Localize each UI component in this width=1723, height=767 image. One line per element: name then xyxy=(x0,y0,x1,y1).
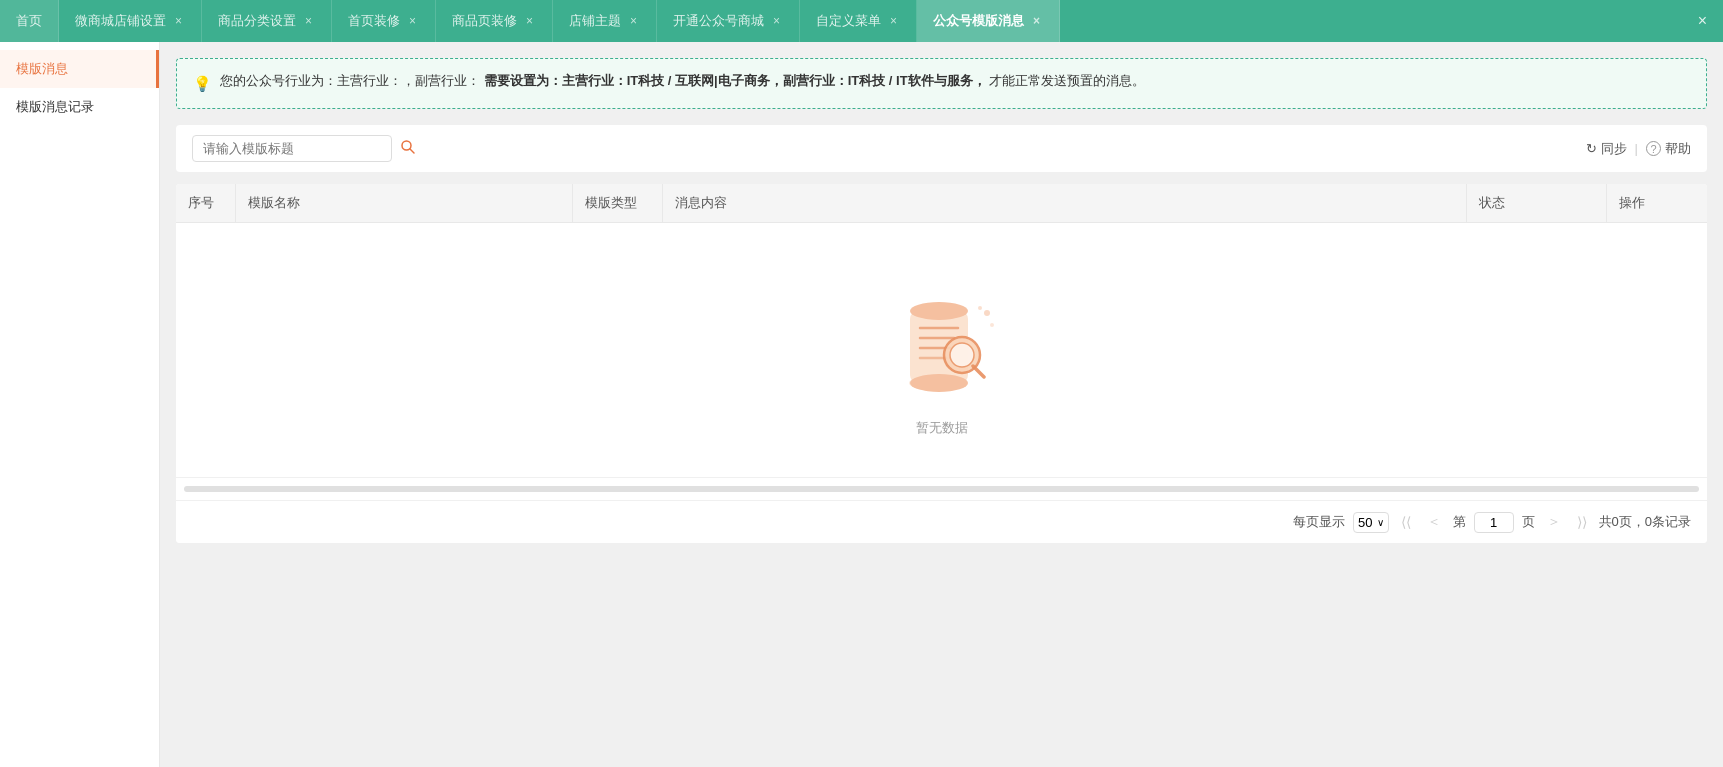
sidebar: 模版消息 模版消息记录 xyxy=(0,42,160,767)
search-right: ↻ 同步 | ? 帮助 xyxy=(1586,140,1691,158)
search-input[interactable] xyxy=(192,135,392,162)
tab-open-mall-close[interactable]: × xyxy=(770,13,783,29)
help-icon: ? xyxy=(1646,141,1661,156)
total-info: 共0页，0条记录 xyxy=(1599,513,1691,531)
tab-product-decoration-label: 商品页装修 xyxy=(452,12,517,30)
sync-icon: ↻ xyxy=(1586,141,1597,156)
th-status: 状态 xyxy=(1467,184,1607,222)
content-area: 💡 您的公众号行业为：主营行业：，副营行业： 需要设置为：主营行业：IT科技 /… xyxy=(160,42,1723,767)
page-number-input[interactable] xyxy=(1474,512,1514,533)
help-label: 帮助 xyxy=(1665,140,1691,158)
tab-home-decoration-label: 首页装修 xyxy=(348,12,400,30)
main-layout: 模版消息 模版消息记录 💡 您的公众号行业为：主营行业：，副营行业： 需要设置为… xyxy=(0,42,1723,767)
svg-point-11 xyxy=(950,343,974,367)
tab-category-settings-close[interactable]: × xyxy=(302,13,315,29)
empty-illustration xyxy=(882,283,1002,403)
tab-home[interactable]: 首页 xyxy=(0,0,59,42)
tab-store-theme-label: 店铺主题 xyxy=(569,12,621,30)
tab-store-theme-close[interactable]: × xyxy=(627,13,640,29)
scrollbar-area xyxy=(176,477,1707,500)
th-name: 模版名称 xyxy=(236,184,573,222)
search-bar: ↻ 同步 | ? 帮助 xyxy=(176,125,1707,172)
tab-open-mall[interactable]: 开通公众号商城 × xyxy=(657,0,800,42)
tab-custom-menu-close[interactable]: × xyxy=(887,13,900,29)
divider: | xyxy=(1635,141,1638,156)
empty-state: 暂无数据 xyxy=(176,223,1707,477)
per-page-value: 50 xyxy=(1358,515,1372,530)
sidebar-item-template-msg-label: 模版消息 xyxy=(16,61,68,76)
horizontal-scrollbar[interactable] xyxy=(184,486,1699,492)
tab-custom-menu[interactable]: 自定义菜单 × xyxy=(800,0,917,42)
th-seq: 序号 xyxy=(176,184,236,222)
sync-button[interactable]: ↻ 同步 xyxy=(1586,140,1627,158)
th-action: 操作 xyxy=(1607,184,1707,222)
svg-point-13 xyxy=(984,310,990,316)
pagination: 每页显示 50 ∨ ⟨⟨ ＜ 第 页 ＞ ⟩⟩ 共0页，0条记录 xyxy=(176,500,1707,543)
notice-icon: 💡 xyxy=(193,72,212,96)
tab-category-settings[interactable]: 商品分类设置 × xyxy=(202,0,332,42)
page-next-button[interactable]: ＞ xyxy=(1543,511,1565,533)
sidebar-item-template-msg-record-label: 模版消息记录 xyxy=(16,99,94,114)
page-label: 第 xyxy=(1453,513,1466,531)
svg-point-15 xyxy=(978,306,982,310)
search-icon xyxy=(400,139,416,155)
svg-point-14 xyxy=(990,323,994,327)
per-page-chevron-icon: ∨ xyxy=(1377,517,1384,528)
page-last-button[interactable]: ⟩⟩ xyxy=(1573,512,1591,532)
tab-shop-settings-label: 微商城店铺设置 xyxy=(75,12,166,30)
th-type: 模版类型 xyxy=(573,184,663,222)
sidebar-item-template-msg-record[interactable]: 模版消息记录 xyxy=(0,88,159,126)
tab-template-msg[interactable]: 公众号模版消息 × xyxy=(917,0,1060,42)
tab-category-settings-label: 商品分类设置 xyxy=(218,12,296,30)
tab-product-decoration[interactable]: 商品页装修 × xyxy=(436,0,553,42)
search-button[interactable] xyxy=(400,139,416,158)
notice-suffix: 才能正常发送预置的消息。 xyxy=(989,73,1145,88)
tab-custom-menu-label: 自定义菜单 xyxy=(816,12,881,30)
empty-text: 暂无数据 xyxy=(916,419,968,437)
tab-store-theme[interactable]: 店铺主题 × xyxy=(553,0,657,42)
page-unit: 页 xyxy=(1522,513,1535,531)
tab-home-decoration[interactable]: 首页装修 × xyxy=(332,0,436,42)
help-button[interactable]: ? 帮助 xyxy=(1646,140,1691,158)
sync-label: 同步 xyxy=(1601,140,1627,158)
svg-point-4 xyxy=(910,302,968,320)
tab-template-msg-close[interactable]: × xyxy=(1030,13,1043,29)
svg-point-5 xyxy=(910,374,968,392)
tab-product-decoration-close[interactable]: × xyxy=(523,13,536,29)
tab-bar-close-all[interactable]: × xyxy=(1682,12,1723,30)
tab-shop-settings[interactable]: 微商城店铺设置 × xyxy=(59,0,202,42)
th-content: 消息内容 xyxy=(663,184,1467,222)
page-first-button[interactable]: ⟨⟨ xyxy=(1397,512,1415,532)
per-page-label: 每页显示 xyxy=(1293,513,1345,531)
tab-bar: 首页 微商城店铺设置 × 商品分类设置 × 首页装修 × 商品页装修 × 店铺主… xyxy=(0,0,1723,42)
tab-open-mall-label: 开通公众号商城 xyxy=(673,12,764,30)
tab-shop-settings-close[interactable]: × xyxy=(172,13,185,29)
per-page-select[interactable]: 50 ∨ xyxy=(1353,512,1388,533)
sidebar-item-template-msg[interactable]: 模版消息 xyxy=(0,50,159,88)
tab-home-decoration-close[interactable]: × xyxy=(406,13,419,29)
tab-home-label: 首页 xyxy=(16,12,42,30)
svg-line-1 xyxy=(410,149,414,153)
table-header: 序号 模版名称 模版类型 消息内容 状态 操作 xyxy=(176,184,1707,223)
tab-template-msg-label: 公众号模版消息 xyxy=(933,12,1024,30)
notice-prefix: 您的公众号行业为：主营行业：，副营行业： xyxy=(220,73,480,88)
svg-line-12 xyxy=(973,366,984,377)
notice-box: 💡 您的公众号行业为：主营行业：，副营行业： 需要设置为：主营行业：IT科技 /… xyxy=(176,58,1707,109)
data-table: 序号 模版名称 模版类型 消息内容 状态 操作 xyxy=(176,184,1707,543)
page-prev-button[interactable]: ＜ xyxy=(1423,511,1445,533)
search-left xyxy=(192,135,416,162)
notice-text: 您的公众号行业为：主营行业：，副营行业： 需要设置为：主营行业：IT科技 / 互… xyxy=(220,71,1145,92)
notice-highlight: 需要设置为：主营行业：IT科技 / 互联网|电子商务，副营行业：IT科技 / I… xyxy=(484,73,986,88)
